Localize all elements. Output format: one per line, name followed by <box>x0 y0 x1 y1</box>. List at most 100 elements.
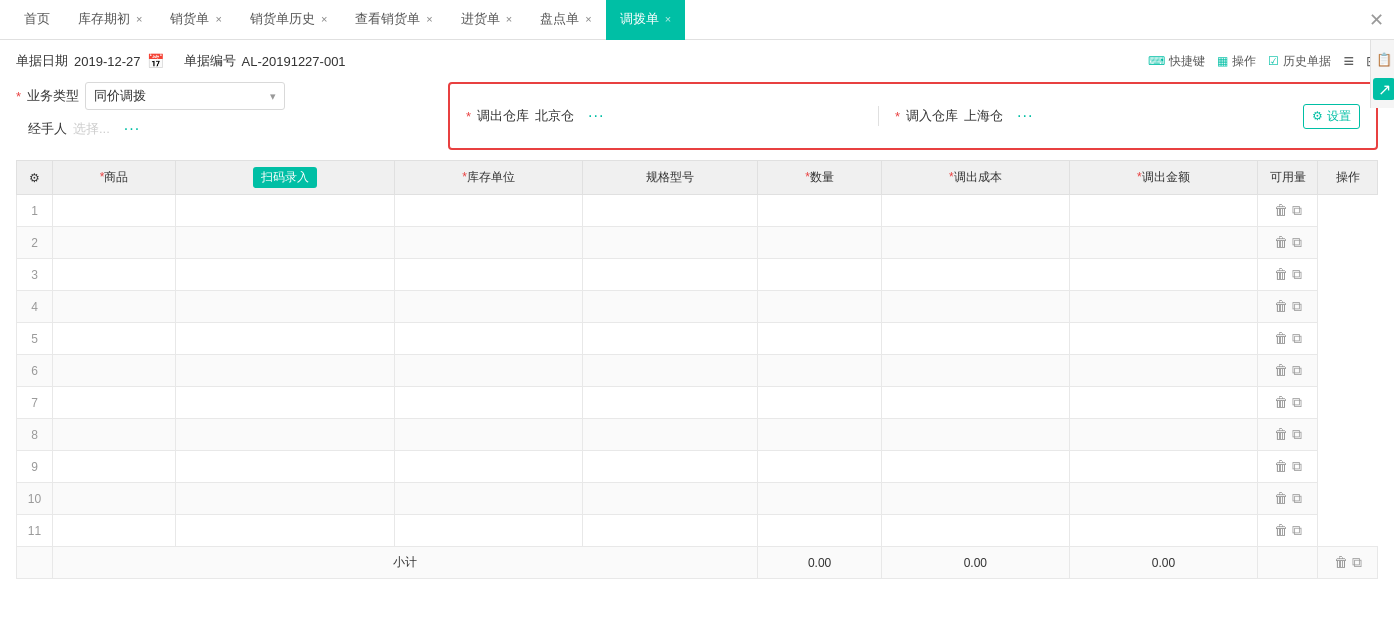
tab-sales-order[interactable]: 销货单× <box>156 0 235 40</box>
cell-available-7[interactable] <box>1069 387 1257 419</box>
tab-close-inventory-check[interactable]: × <box>585 13 591 25</box>
tab-close-sales-history[interactable]: × <box>321 13 327 25</box>
cell-spec-8[interactable] <box>394 419 582 451</box>
cell-available-8[interactable] <box>1069 419 1257 451</box>
copy-button-7[interactable]: ⧉ <box>1292 394 1302 410</box>
th-scan[interactable]: 扫码录入 <box>176 161 395 195</box>
cell-available-1[interactable] <box>1069 195 1257 227</box>
cell-goods-7[interactable] <box>53 387 176 419</box>
cell-available-10[interactable] <box>1069 483 1257 515</box>
tab-sales-history[interactable]: 销货单历史× <box>236 0 341 40</box>
cell-cost-7[interactable] <box>758 387 881 419</box>
layout1-button[interactable]: ≡ <box>1343 52 1354 70</box>
tab-close-view-sales[interactable]: × <box>426 13 432 25</box>
cell-available-11[interactable] <box>1069 515 1257 547</box>
cell-cost-10[interactable] <box>758 483 881 515</box>
cell-spec-11[interactable] <box>394 515 582 547</box>
copy-button-1[interactable]: ⧉ <box>1292 202 1302 218</box>
tab-view-sales[interactable]: 查看销货单× <box>341 0 446 40</box>
delete-button-7[interactable]: 🗑 <box>1274 394 1288 410</box>
cell-spec-6[interactable] <box>394 355 582 387</box>
cell-quantity-7[interactable] <box>583 387 758 419</box>
delete-button-4[interactable]: 🗑 <box>1274 298 1288 314</box>
cell-goods-2[interactable] <box>53 227 176 259</box>
cell-spec-10[interactable] <box>394 483 582 515</box>
cell-unit-4[interactable] <box>176 291 395 323</box>
cell-cost-3[interactable] <box>758 259 881 291</box>
window-close-button[interactable]: ✕ <box>1369 9 1384 31</box>
cell-available-9[interactable] <box>1069 451 1257 483</box>
cell-cost-4[interactable] <box>758 291 881 323</box>
copy-button-11[interactable]: ⧉ <box>1292 522 1302 538</box>
cell-unit-2[interactable] <box>176 227 395 259</box>
cell-amount-3[interactable] <box>881 259 1069 291</box>
operation-button[interactable]: ▦ 操作 <box>1217 53 1256 70</box>
cell-cost-6[interactable] <box>758 355 881 387</box>
cell-goods-10[interactable] <box>53 483 176 515</box>
cell-spec-7[interactable] <box>394 387 582 419</box>
tab-home[interactable]: 首页 <box>10 0 64 40</box>
transfer-in-more-button[interactable]: ··· <box>1017 107 1033 125</box>
cell-amount-9[interactable] <box>881 451 1069 483</box>
cell-cost-11[interactable] <box>758 515 881 547</box>
cell-amount-5[interactable] <box>881 323 1069 355</box>
delete-button-5[interactable]: 🗑 <box>1274 330 1288 346</box>
cell-cost-2[interactable] <box>758 227 881 259</box>
cell-amount-8[interactable] <box>881 419 1069 451</box>
cell-goods-4[interactable] <box>53 291 176 323</box>
copy-button-3[interactable]: ⧉ <box>1292 266 1302 282</box>
handler-more-button[interactable]: ··· <box>124 120 140 138</box>
date-value[interactable]: 2019-12-27 <box>74 54 141 69</box>
cell-unit-5[interactable] <box>176 323 395 355</box>
cell-spec-3[interactable] <box>394 259 582 291</box>
delete-button-3[interactable]: 🗑 <box>1274 266 1288 282</box>
cell-quantity-3[interactable] <box>583 259 758 291</box>
tab-purchase-order[interactable]: 进货单× <box>447 0 526 40</box>
delete-button-10[interactable]: 🗑 <box>1274 490 1288 506</box>
tab-close-purchase-order[interactable]: × <box>506 13 512 25</box>
cell-quantity-11[interactable] <box>583 515 758 547</box>
copy-button-5[interactable]: ⧉ <box>1292 330 1302 346</box>
cell-goods-5[interactable] <box>53 323 176 355</box>
cell-quantity-5[interactable] <box>583 323 758 355</box>
cell-unit-3[interactable] <box>176 259 395 291</box>
cell-amount-4[interactable] <box>881 291 1069 323</box>
cell-amount-7[interactable] <box>881 387 1069 419</box>
cell-unit-10[interactable] <box>176 483 395 515</box>
sidebar-doc-icon[interactable]: 📋 <box>1373 48 1394 70</box>
cell-available-2[interactable] <box>1069 227 1257 259</box>
cell-amount-11[interactable] <box>881 515 1069 547</box>
history-button[interactable]: ☑ 历史单据 <box>1268 53 1331 70</box>
summary-delete-button[interactable]: 🗑 <box>1334 554 1348 570</box>
cell-unit-1[interactable] <box>176 195 395 227</box>
cell-quantity-9[interactable] <box>583 451 758 483</box>
tab-inventory-init[interactable]: 库存期初× <box>64 0 156 40</box>
cell-goods-3[interactable] <box>53 259 176 291</box>
copy-button-4[interactable]: ⧉ <box>1292 298 1302 314</box>
delete-button-2[interactable]: 🗑 <box>1274 234 1288 250</box>
tab-close-inventory-init[interactable]: × <box>136 13 142 25</box>
delete-button-1[interactable]: 🗑 <box>1274 202 1288 218</box>
cell-spec-1[interactable] <box>394 195 582 227</box>
transfer-out-more-button[interactable]: ··· <box>588 107 604 125</box>
cell-unit-6[interactable] <box>176 355 395 387</box>
copy-button-9[interactable]: ⧉ <box>1292 458 1302 474</box>
tab-close-transfer-order[interactable]: × <box>665 13 671 25</box>
tab-inventory-check[interactable]: 盘点单× <box>526 0 605 40</box>
cell-quantity-8[interactable] <box>583 419 758 451</box>
cell-available-3[interactable] <box>1069 259 1257 291</box>
copy-button-2[interactable]: ⧉ <box>1292 234 1302 250</box>
cell-available-4[interactable] <box>1069 291 1257 323</box>
cell-spec-9[interactable] <box>394 451 582 483</box>
cell-unit-9[interactable] <box>176 451 395 483</box>
cell-quantity-10[interactable] <box>583 483 758 515</box>
cell-amount-1[interactable] <box>881 195 1069 227</box>
tab-transfer-order[interactable]: 调拨单× <box>606 0 685 40</box>
cell-available-5[interactable] <box>1069 323 1257 355</box>
cell-spec-4[interactable] <box>394 291 582 323</box>
cell-goods-8[interactable] <box>53 419 176 451</box>
delete-button-6[interactable]: 🗑 <box>1274 362 1288 378</box>
copy-button-8[interactable]: ⧉ <box>1292 426 1302 442</box>
cell-goods-6[interactable] <box>53 355 176 387</box>
cell-cost-5[interactable] <box>758 323 881 355</box>
